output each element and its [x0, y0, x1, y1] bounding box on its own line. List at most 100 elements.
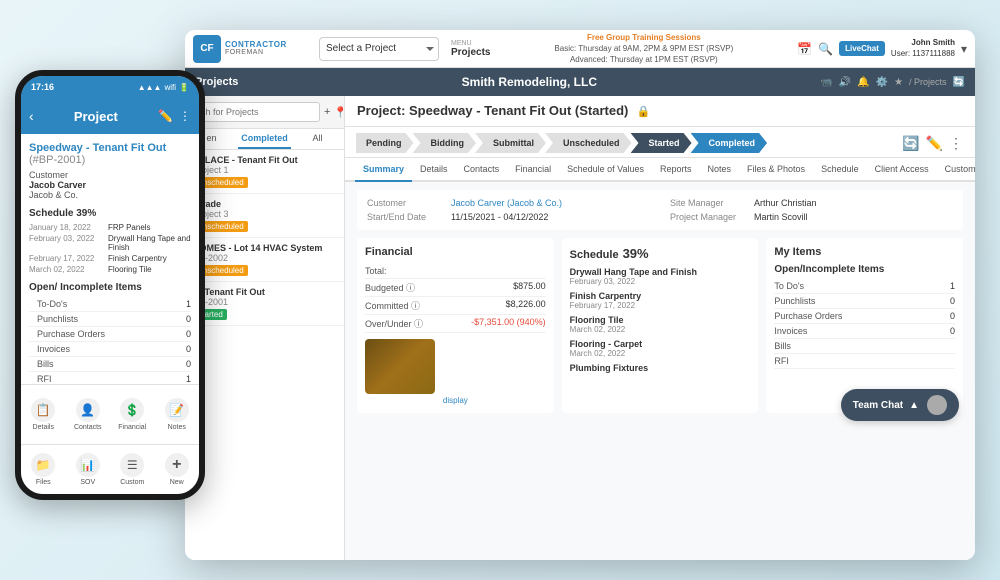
schedule-card: Schedule 39% Drywall Hang Tape and Finis… [562, 238, 759, 413]
sidebar-tab-all[interactable]: All [291, 129, 344, 149]
list-item[interactable]: rgrade Project 3 Unscheduled [185, 194, 344, 238]
refresh-project-icon[interactable]: 🔄 [902, 135, 919, 152]
mobile-open-item: To-Do's 1 [29, 297, 191, 312]
site-manager-value: Arthur Christian [754, 198, 817, 208]
pipeline-pending[interactable]: Pending [356, 133, 414, 153]
sidebar-tab-completed[interactable]: Completed [238, 129, 291, 149]
mobile-back-button[interactable]: ‹ [29, 108, 34, 124]
menu-label: MENU [451, 40, 490, 47]
list-item[interactable]: HOMES - Lot 14 HVAC System FH-2002 Unsch… [185, 238, 344, 282]
mobile-open-item: Bills 0 [29, 357, 191, 372]
mobile-footer-files[interactable]: 📁 Files [21, 445, 66, 494]
start-end-value: 11/15/2021 - 04/12/2022 [451, 212, 548, 222]
mobile-open-item: Purchase Orders 0 [29, 327, 191, 342]
pipeline-started[interactable]: Started [631, 133, 692, 153]
mobile-footer-row2: 📁 Files 📊 SOV ☰ Custom + New [21, 444, 199, 494]
user-chevron-icon[interactable]: ▾ [961, 42, 967, 56]
mobile-footer-notes[interactable]: 📝 Notes [155, 385, 200, 444]
customer-value[interactable]: Jacob Carver (Jacob & Co.) [451, 198, 562, 208]
pipeline-submittal[interactable]: Submittal [475, 133, 546, 153]
details-icon: 📋 [31, 398, 55, 422]
mobile-time: 17:16 [31, 82, 54, 92]
search-icon[interactable]: 🔍 [818, 42, 833, 56]
tab-client-access[interactable]: Client Access [867, 158, 937, 182]
settings-icon[interactable]: ⚙️ [876, 77, 888, 88]
project-title-bar: Project: Speedway - Tenant Fit Out (Star… [345, 96, 975, 127]
mobile-more-icon[interactable]: ⋮ [179, 109, 191, 123]
desktop-browser: CF CONTRACTOR FOREMAN Select a Project M… [185, 30, 975, 560]
chat-chevron-icon: ▲ [909, 400, 919, 411]
more-options-icon[interactable]: ⋮ [949, 135, 963, 152]
mobile-footer-contacts[interactable]: 👤 Contacts [66, 385, 111, 444]
sub-header: Projects Smith Remodeling, LLC 📹 🔊 🔔 ⚙️ … [185, 68, 975, 96]
project-select[interactable]: Select a Project [319, 37, 439, 61]
financial-card: Financial Total: Budgeted ⓘ $875.00 Comm… [357, 238, 554, 413]
tab-notes[interactable]: Notes [700, 158, 740, 182]
refresh-icon[interactable]: 🔄 [953, 77, 965, 88]
tab-reports[interactable]: Reports [652, 158, 700, 182]
files-icon: 📁 [31, 453, 55, 477]
pipeline-wrapper: Pending Bidding Submittal Unscheduled St… [345, 127, 975, 158]
my-items-title: My Items [774, 246, 955, 258]
sidebar-search-input[interactable] [193, 102, 320, 122]
committed-label: Committed ⓘ [365, 299, 420, 312]
training-area: Free Group Training Sessions Basic: Thur… [496, 32, 791, 66]
mobile-footer-new[interactable]: + New [155, 445, 200, 494]
tab-custom-fields[interactable]: Custom Fields [937, 158, 975, 182]
speaker-icon[interactable]: 🔊 [839, 77, 851, 88]
mobile-footer-custom[interactable]: ☰ Custom [110, 445, 155, 494]
mobile-status-bar: 17:16 ▲▲▲ wifi 🔋 [21, 76, 199, 98]
display-label[interactable]: display [365, 396, 546, 405]
tab-details[interactable]: Details [412, 158, 456, 182]
bell-icon[interactable]: 🔔 [857, 77, 869, 88]
location-icon[interactable]: 📍 [333, 106, 345, 119]
mobile-content: Speedway - Tenant Fit Out (#BP-2001) Cus… [21, 134, 199, 384]
mobile-created: Created: 03/14/2020 05:58 PM by John Smi… [21, 494, 199, 500]
mobile-status-icons: ▲▲▲ wifi 🔋 [138, 83, 189, 92]
customer-label: Customer [367, 198, 447, 208]
tab-nav: Summary Details Contacts Financial Sched… [345, 158, 975, 182]
menu-area: MENU Projects [451, 40, 490, 58]
contacts-icon: 👤 [76, 398, 100, 422]
star-icon[interactable]: ★ [894, 77, 903, 88]
over-under-value: -$7,351.00 (940%) [471, 317, 546, 330]
over-under-label: Over/Under ⓘ [365, 317, 423, 330]
livechat-button[interactable]: LiveChat [839, 41, 885, 56]
sov-icon: 📊 [76, 453, 100, 477]
edit-project-icon[interactable]: ✏️ [926, 135, 943, 152]
pipeline-unscheduled[interactable]: Unscheduled [545, 133, 632, 153]
team-chat-button[interactable]: Team Chat ▲ [841, 389, 959, 421]
mobile-customer: Customer Jacob Carver Jacob & Co. [29, 170, 191, 200]
list-item[interactable]: r - Tenant Fit Out BP-2001 Started [185, 282, 344, 326]
mobile-footer-details[interactable]: 📋 Details [21, 385, 66, 444]
tab-financial[interactable]: Financial [507, 158, 559, 182]
mobile-footer-financial[interactable]: 💲 Financial [110, 385, 155, 444]
pipeline-bidding[interactable]: Bidding [413, 133, 477, 153]
calendar-icon[interactable]: 📅 [797, 42, 812, 56]
tab-contacts[interactable]: Contacts [456, 158, 508, 182]
committed-value: $8,226.00 [506, 299, 546, 312]
mobile-frame: 17:16 ▲▲▲ wifi 🔋 ‹ Project ✏️ ⋮ Speedway… [15, 70, 205, 500]
mobile-customer-name: Jacob Carver [29, 180, 86, 190]
add-icon[interactable]: + [324, 106, 330, 119]
tab-schedule-values[interactable]: Schedule of Values [559, 158, 652, 182]
mobile-footer-sov[interactable]: 📊 SOV [66, 445, 111, 494]
tab-files-photos[interactable]: Files & Photos [739, 158, 813, 182]
main-content: Project: Speedway - Tenant Fit Out (Star… [345, 96, 975, 560]
mobile-header-icons: ✏️ ⋮ [158, 109, 191, 123]
financial-icon: 💲 [120, 398, 144, 422]
mobile-schedule-title: Schedule 39% [29, 208, 191, 219]
sidebar-tabs: en Completed All [185, 129, 344, 150]
tab-schedule[interactable]: Schedule [813, 158, 867, 182]
video-icon[interactable]: 📹 [820, 77, 832, 88]
tab-summary[interactable]: Summary [355, 158, 412, 182]
list-item[interactable]: PALACE - Tenant Fit Out Project 1 Unsche… [185, 150, 344, 194]
schedule-percent: 39% [623, 246, 649, 261]
financial-total-row: Total: [365, 264, 546, 279]
pipeline-completed[interactable]: Completed [691, 133, 768, 153]
notes-icon: 📝 [165, 398, 189, 422]
mobile-edit-icon[interactable]: ✏️ [158, 109, 173, 123]
start-end-row: Start/End Date 11/15/2021 - 04/12/2022 [367, 212, 650, 222]
summary-content: Customer Jacob Carver (Jacob & Co.) Site… [345, 182, 975, 421]
project-thumbnail[interactable] [365, 339, 435, 394]
